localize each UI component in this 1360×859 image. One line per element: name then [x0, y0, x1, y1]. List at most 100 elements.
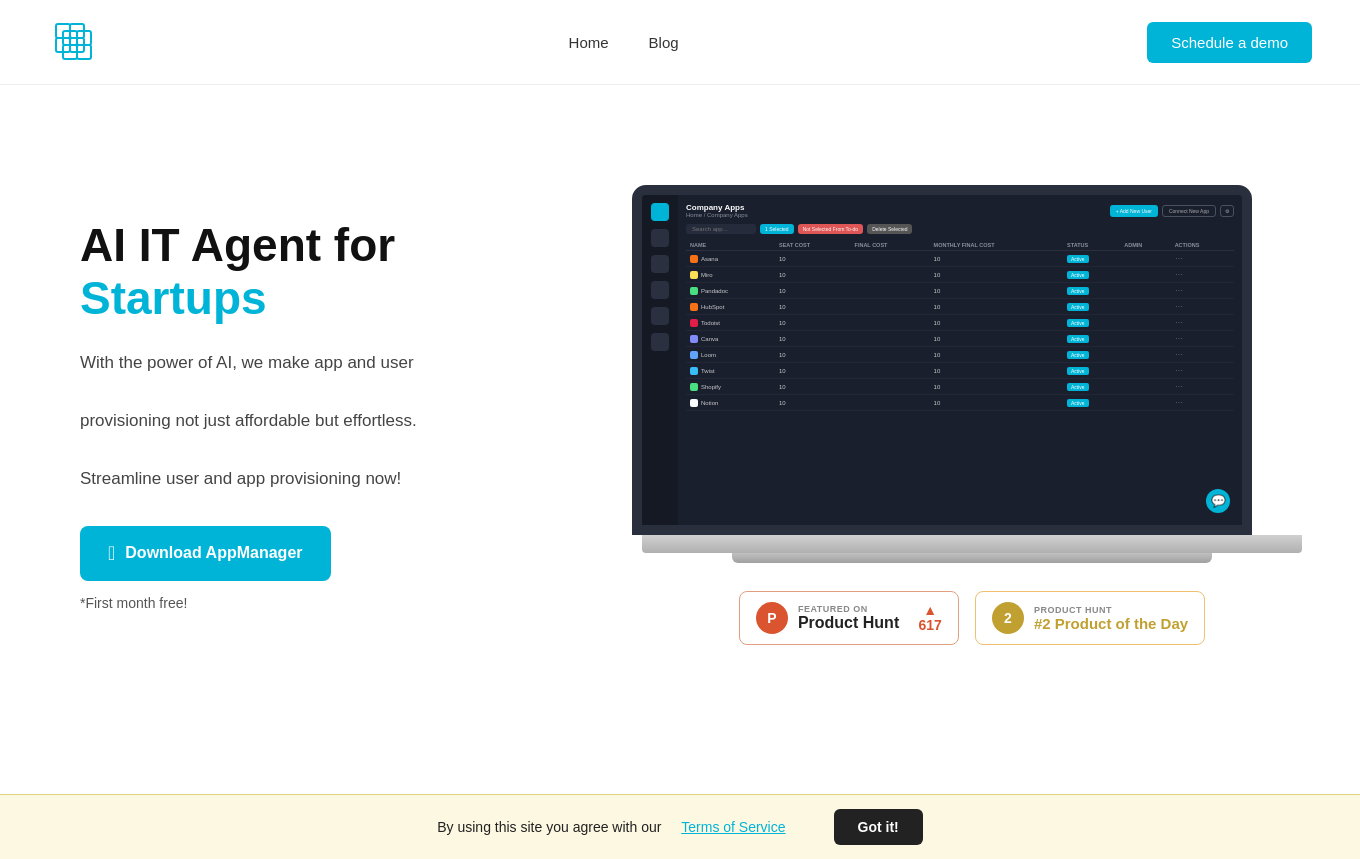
col-admin: ADMIN	[1120, 240, 1170, 251]
laptop-screen: Company Apps Home / Company Apps + Add N…	[632, 185, 1252, 535]
cell-name: Twist	[686, 363, 775, 379]
app-header-bar: Company Apps Home / Company Apps + Add N…	[686, 203, 1234, 218]
table-row: Asana 10 10 Active ⋯	[686, 251, 1234, 267]
cell-actions: ⋯	[1171, 347, 1234, 363]
cell-status: Active	[1063, 347, 1120, 363]
cell-admin	[1120, 395, 1170, 411]
cell-admin	[1120, 331, 1170, 347]
cell-admin	[1120, 347, 1170, 363]
filter-selected: 1 Selected	[760, 224, 794, 234]
cell-status: Active	[1063, 267, 1120, 283]
cell-actions: ⋯	[1171, 379, 1234, 395]
cell-seat-cost: 10	[775, 315, 851, 331]
col-status: STATUS	[1063, 240, 1120, 251]
table-row: HubSpot 10 10 Active ⋯	[686, 299, 1234, 315]
cell-final-cost	[851, 267, 930, 283]
sidebar-dot-active	[651, 203, 669, 221]
nav-blog[interactable]: Blog	[649, 34, 679, 51]
action-button[interactable]: ⋯	[1175, 318, 1183, 327]
action-button[interactable]: ⋯	[1175, 254, 1183, 263]
sidebar-dot-3	[651, 281, 669, 299]
cell-name: Miro	[686, 267, 775, 283]
ph-featured-label: FEATURED ON	[798, 604, 909, 614]
app-title-text: Company Apps	[686, 203, 748, 212]
hero-section: AI IT Agent for Startups With the power …	[0, 85, 1360, 725]
cell-admin	[1120, 315, 1170, 331]
cell-status: Active	[1063, 315, 1120, 331]
cell-seat-cost: 10	[775, 379, 851, 395]
app-ui: Company Apps Home / Company Apps + Add N…	[642, 195, 1242, 525]
ph-vote-count: 617	[919, 617, 942, 633]
cell-status: Active	[1063, 283, 1120, 299]
cell-final-cost	[851, 315, 930, 331]
settings-btn[interactable]: ⚙	[1220, 205, 1234, 217]
cell-final-cost	[851, 395, 930, 411]
nav-links: Home Blog	[569, 34, 679, 51]
action-button[interactable]: ⋯	[1175, 270, 1183, 279]
cell-name: Canva	[686, 331, 775, 347]
cell-monthly: 10	[930, 315, 1063, 331]
action-button[interactable]: ⋯	[1175, 398, 1183, 407]
cell-final-cost	[851, 347, 930, 363]
app-main-content: Company Apps Home / Company Apps + Add N…	[678, 195, 1242, 525]
app-table: NAME SEAT COST FINAL COST MONTHLY FINAL …	[686, 240, 1234, 411]
hero-left: AI IT Agent for Startups With the power …	[80, 219, 417, 610]
nav-home[interactable]: Home	[569, 34, 609, 51]
table-header-row: NAME SEAT COST FINAL COST MONTHLY FINAL …	[686, 240, 1234, 251]
desc-line1: With the power of AI, we make app and us…	[80, 353, 414, 372]
connect-app-btn[interactable]: Connect New App	[1162, 205, 1216, 217]
cell-status: Active	[1063, 379, 1120, 395]
app-search-input[interactable]	[686, 224, 756, 234]
cell-monthly: 10	[930, 251, 1063, 267]
cell-seat-cost: 10	[775, 283, 851, 299]
cell-actions: ⋯	[1171, 315, 1234, 331]
cell-actions: ⋯	[1171, 299, 1234, 315]
chat-bubble[interactable]: 💬	[1206, 489, 1230, 513]
col-final-cost: FINAL COST	[851, 240, 930, 251]
cell-admin	[1120, 299, 1170, 315]
action-button[interactable]: ⋯	[1175, 350, 1183, 359]
filter-not-from-todo: Not Selected From To-do	[798, 224, 864, 234]
cell-final-cost	[851, 251, 930, 267]
cell-status: Active	[1063, 395, 1120, 411]
action-button[interactable]: ⋯	[1175, 382, 1183, 391]
cell-admin	[1120, 267, 1170, 283]
cell-status: Active	[1063, 331, 1120, 347]
cell-final-cost	[851, 379, 930, 395]
first-month-text: *First month free!	[80, 595, 417, 611]
action-button[interactable]: ⋯	[1175, 366, 1183, 375]
cell-monthly: 10	[930, 331, 1063, 347]
add-user-btn[interactable]: + Add New User	[1110, 205, 1158, 217]
table-row: Canva 10 10 Active ⋯	[686, 331, 1234, 347]
product-of-day-badge[interactable]: 2 PRODUCT HUNT #2 Product of the Day	[975, 591, 1205, 645]
ph-vote: ▲ 617	[919, 603, 942, 633]
hero-right: Company Apps Home / Company Apps + Add N…	[632, 185, 1312, 645]
cell-actions: ⋯	[1171, 283, 1234, 299]
sidebar-dot-1	[651, 229, 669, 247]
cell-actions: ⋯	[1171, 363, 1234, 379]
cell-monthly: 10	[930, 363, 1063, 379]
action-button[interactable]: ⋯	[1175, 286, 1183, 295]
headline-line1: AI IT Agent for	[80, 219, 395, 271]
pod-info: PRODUCT HUNT #2 Product of the Day	[1034, 605, 1188, 632]
sidebar-dot-2	[651, 255, 669, 273]
laptop-base	[642, 535, 1302, 553]
hero-description: With the power of AI, we make app and us…	[80, 349, 417, 493]
hero-headline: AI IT Agent for Startups	[80, 219, 417, 325]
pod-name: #2 Product of the Day	[1034, 615, 1188, 632]
action-button[interactable]: ⋯	[1175, 334, 1183, 343]
cell-monthly: 10	[930, 299, 1063, 315]
cell-actions: ⋯	[1171, 267, 1234, 283]
download-button[interactable]:  Download AppManager	[80, 526, 331, 581]
schedule-demo-button[interactable]: Schedule a demo	[1147, 22, 1312, 63]
cell-name: HubSpot	[686, 299, 775, 315]
filter-delete: Delete Selected	[867, 224, 912, 234]
ph-name: Product Hunt	[798, 614, 909, 632]
cell-seat-cost: 10	[775, 251, 851, 267]
col-name: NAME	[686, 240, 775, 251]
action-button[interactable]: ⋯	[1175, 302, 1183, 311]
navbar: Home Blog Schedule a demo	[0, 0, 1360, 85]
product-hunt-badge[interactable]: P FEATURED ON Product Hunt ▲ 617	[739, 591, 959, 645]
cell-name: Shopify	[686, 379, 775, 395]
col-seat-cost: SEAT COST	[775, 240, 851, 251]
